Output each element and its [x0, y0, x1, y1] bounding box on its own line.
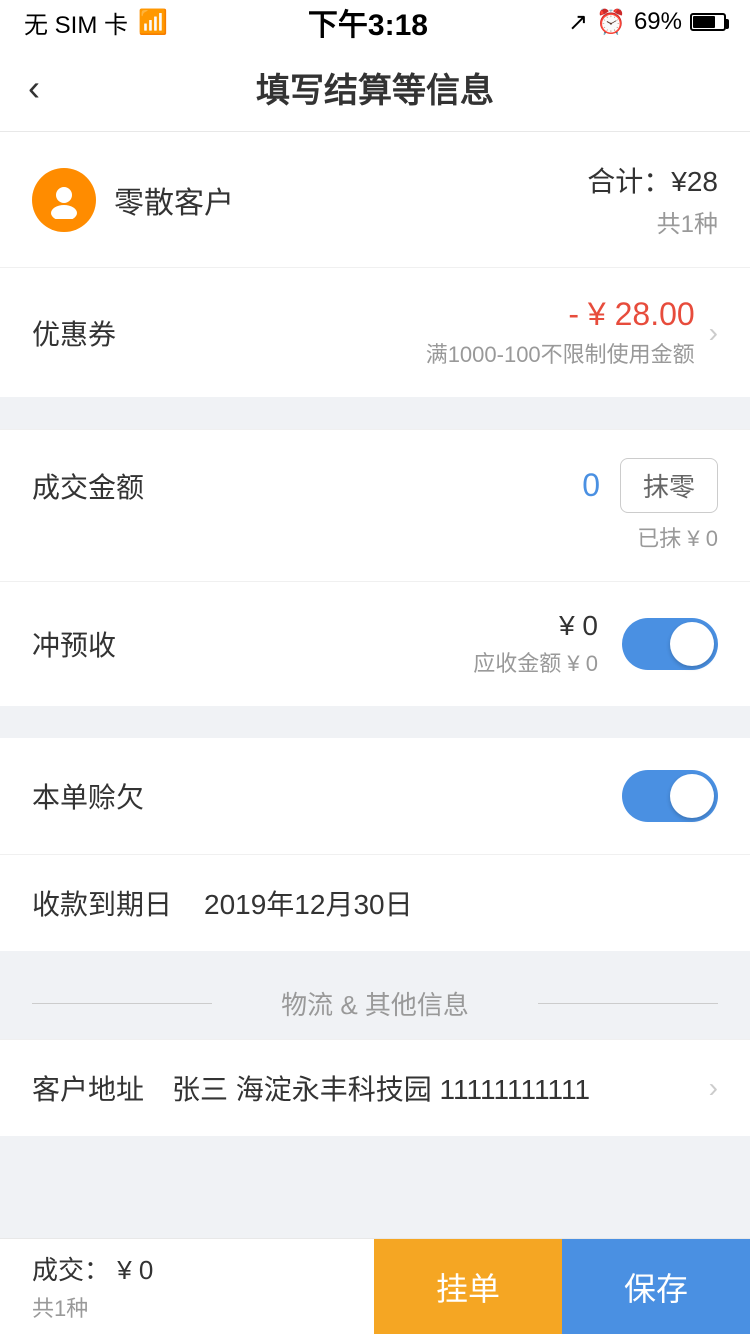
address-section: 客户地址 张三 海淀永丰科技园 11111111111 › [0, 1039, 750, 1136]
coupon-chevron-icon: › [709, 317, 718, 349]
divider-1 [0, 413, 750, 429]
round-off-button[interactable]: 抹零 [620, 458, 718, 513]
alarm-icon: ⏰ [596, 8, 626, 37]
debt-label: 本单赊欠 [32, 776, 144, 816]
coupon-label: 优惠券 [32, 313, 116, 353]
total-amount: 合计：¥28 [587, 160, 718, 200]
prepay-toggle[interactable] [622, 618, 718, 670]
prepay-value: ¥ 0 [473, 610, 598, 642]
customer-avatar [32, 168, 96, 232]
customer-name: 零散客户 [114, 178, 234, 222]
prepay-label: 冲预收 [32, 624, 116, 664]
logistics-title: 物流 & 其他信息 [265, 985, 485, 1022]
coupon-right: - ¥ 28.00 满1000-100不限制使用金额 › [426, 296, 718, 369]
transaction-value[interactable]: 0 [582, 467, 600, 504]
nav-bar: ‹ 填写结算等信息 [0, 44, 750, 132]
debt-section: 本单赊欠 收款到期日 2019年12月30日 [0, 738, 750, 951]
coupon-sub: 满1000-100不限制使用金额 [426, 337, 695, 369]
prepay-sub: 应收金额 ¥ 0 [473, 646, 598, 678]
transaction-row: 成交金额 0 抹零 已抹 ¥ 0 [0, 429, 750, 581]
total-count: 共1种 [587, 204, 718, 239]
address-value: 张三 海淀永丰科技园 11111111111 [172, 1068, 709, 1108]
divider-2 [0, 722, 750, 738]
customer-right: 合计：¥28 共1种 [587, 160, 718, 239]
bottom-left: 成交： ¥ 0 共1种 [0, 1250, 374, 1323]
wifi-icon: 📶 [138, 8, 168, 37]
prepay-amounts: ¥ 0 应收金额 ¥ 0 [473, 610, 598, 678]
bottom-bar: 成交： ¥ 0 共1种 挂单 保存 [0, 1238, 750, 1334]
debt-toggle[interactable] [622, 770, 718, 822]
status-right: ↗ ⏰ 69% [568, 8, 726, 37]
status-bar: 无 SIM 卡 📶 下午3:18 ↗ ⏰ 69% [0, 0, 750, 44]
no-sim-text: 无 SIM 卡 [24, 5, 128, 40]
coupon-value: - ¥ 28.00 [426, 296, 695, 333]
coupon-row[interactable]: 优惠券 - ¥ 28.00 满1000-100不限制使用金额 › [0, 267, 750, 397]
bottom-count: 共1种 [32, 1291, 342, 1323]
page-title: 填写结算等信息 [256, 63, 494, 112]
prepay-right: ¥ 0 应收金额 ¥ 0 [473, 610, 718, 678]
debt-toggle-knob [670, 774, 714, 818]
transaction-label: 成交金额 [32, 466, 144, 506]
debt-row: 本单赊欠 [0, 738, 750, 854]
customer-section: 零散客户 合计：¥28 共1种 优惠券 - ¥ 28.00 满1000-100不… [0, 132, 750, 397]
address-row[interactable]: 客户地址 张三 海淀永丰科技园 11111111111 › [0, 1039, 750, 1136]
bottom-deal: 成交： ¥ 0 [32, 1250, 342, 1287]
deal-label: 成交： [32, 1255, 110, 1285]
transaction-section: 成交金额 0 抹零 已抹 ¥ 0 冲预收 ¥ 0 应收金额 ¥ 0 [0, 429, 750, 706]
toggle-knob [670, 622, 714, 666]
customer-row: 零散客户 合计：¥28 共1种 [0, 132, 750, 267]
status-left: 无 SIM 卡 📶 [24, 5, 168, 40]
battery-percent: 69% [634, 8, 682, 36]
bottom-spacer [0, 1152, 750, 1248]
address-label: 客户地址 [32, 1068, 172, 1108]
status-time: 下午3:18 [308, 0, 428, 44]
due-date-label: 收款到期日 [32, 883, 172, 923]
transaction-top: 成交金额 0 抹零 [32, 458, 718, 513]
due-date-row: 收款到期日 2019年12月30日 [0, 854, 750, 951]
deal-value: ¥ 0 [117, 1255, 153, 1285]
logistics-header: 物流 & 其他信息 [0, 967, 750, 1039]
transaction-sub: 已抹 ¥ 0 [32, 521, 718, 553]
customer-left: 零散客户 [32, 168, 234, 232]
address-chevron-icon: › [709, 1072, 718, 1104]
battery-icon [690, 13, 726, 31]
prepay-row: 冲预收 ¥ 0 应收金额 ¥ 0 [0, 581, 750, 706]
hang-button[interactable]: 挂单 [374, 1239, 562, 1334]
save-button[interactable]: 保存 [562, 1239, 750, 1334]
due-date-value[interactable]: 2019年12月30日 [204, 883, 413, 923]
location-icon: ↗ [568, 8, 588, 37]
back-button[interactable]: ‹ [28, 67, 40, 109]
